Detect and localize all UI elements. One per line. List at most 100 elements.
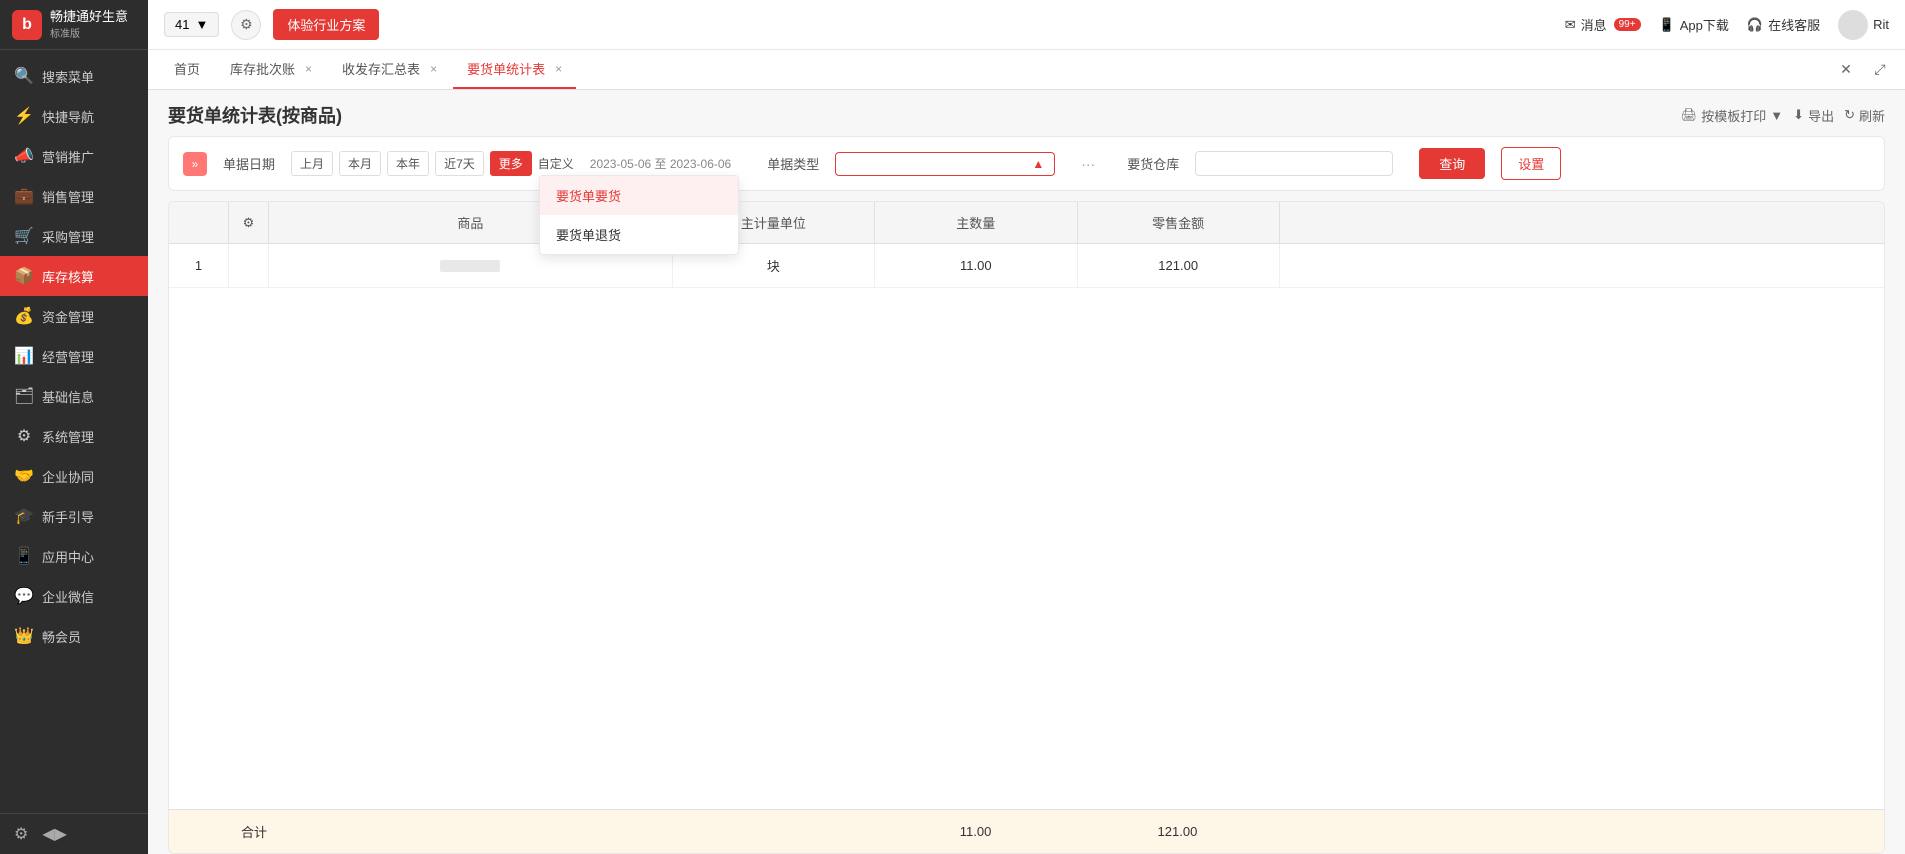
print-chevron-icon: ▼ — [1770, 108, 1783, 123]
sidebar-item-label: 畅会员 — [42, 627, 81, 646]
expand-tab-button[interactable]: ⤢ — [1867, 57, 1893, 83]
dropdown-item-yaohuo[interactable]: 要货单要货 — [540, 176, 738, 215]
tab-home[interactable]: 首页 — [160, 51, 214, 89]
sidebar-item-label: 新手引导 — [42, 507, 94, 526]
tab-close-icon[interactable]: × — [555, 62, 562, 76]
sidebar-item-marketing[interactable]: 📣营销推广 — [0, 136, 148, 176]
quick-icon: ⚡ — [14, 106, 34, 126]
page-actions: 🖨 按模板打印 ▼ ⬇ 导出 ↻ 刷新 — [1681, 106, 1885, 125]
product-placeholder — [440, 260, 500, 272]
collapse-icon[interactable]: ◀▶ — [42, 824, 67, 844]
col-settings[interactable]: ⚙ — [229, 202, 269, 243]
sidebar-item-system[interactable]: ⚙系统管理 — [0, 416, 148, 456]
warehouse-filter-label: 要货仓库 — [1127, 154, 1179, 173]
sidebar-item-label: 快捷导航 — [42, 107, 94, 126]
type-filter-label: 单据类型 — [767, 154, 819, 173]
cell-qty: 11.00 — [875, 244, 1077, 287]
header-left: 41 ▼ ⚙ 体验行业方案 — [164, 9, 379, 40]
user-avatar-action[interactable]: Rit — [1838, 10, 1889, 40]
corp-icon: 🤝 — [14, 466, 34, 486]
tab-batch[interactable]: 库存批次账× — [216, 51, 326, 89]
print-action[interactable]: 🖨 按模板打印 ▼ — [1681, 106, 1783, 125]
sidebar-item-label: 搜索菜单 — [42, 67, 94, 86]
finance-icon: 💰 — [14, 306, 34, 326]
tab-bar: 首页库存批次账× 收发存汇总表 × 要货单统计表 × ✕ ⤢ — [148, 50, 1905, 90]
refresh-label: 刷新 — [1859, 106, 1885, 125]
date-custom-btn[interactable]: 自定义 — [538, 155, 574, 172]
tab-label: 要货单统计表 — [467, 59, 545, 78]
table-area: ⚙ 商品 主计量单位 主数量 零售金额 1 块 11.00 121.00 — [168, 201, 1885, 854]
sidebar-item-quick[interactable]: ⚡ 快捷导航 — [0, 96, 148, 136]
sidebar-item-guide[interactable]: 🎓新手引导 — [0, 496, 148, 536]
type-filter-select[interactable]: ▲ — [835, 152, 1055, 176]
sidebar-item-label: 资金管理 — [42, 307, 94, 326]
top-header: 41 ▼ ⚙ 体验行业方案 ✉ 消息 99+ 📱 App下载 🎧 在线客服 R — [148, 0, 1905, 50]
date-filter-label: 单据日期 — [223, 154, 275, 173]
date-btn-this-month[interactable]: 本月 — [339, 151, 381, 176]
promo-button[interactable]: 体验行业方案 — [273, 9, 379, 40]
filter-settings-button[interactable]: 设置 — [1501, 147, 1561, 180]
sidebar-item-base[interactable]: 🗂基础信息 — [0, 376, 148, 416]
sidebar-logo: b 畅捷通好生意 标准版 — [0, 0, 148, 50]
marketing-icon: 📣 — [14, 146, 34, 166]
sidebar-item-sales[interactable]: 💼 销售管理 — [0, 176, 148, 216]
operation-icon: 📊 — [14, 346, 34, 366]
sidebar-item-label: 采购管理 — [42, 227, 94, 246]
date-btn-prev-month[interactable]: 上月 — [291, 151, 333, 176]
sidebar-bottom: ⚙ ◀▶ — [0, 813, 148, 854]
dropdown-item-tuihuo[interactable]: 要货单退货 — [540, 215, 738, 254]
tab-receivable[interactable]: 收发存汇总表 × — [328, 51, 451, 89]
type-filter-more-icon[interactable]: ··· — [1081, 156, 1095, 172]
filter-expand-button[interactable]: » — [183, 152, 207, 176]
type-filter-caret-icon: ▲ — [1032, 157, 1044, 171]
date-btn-7days[interactable]: 近7天 — [435, 151, 484, 176]
sidebar-item-wechat[interactable]: 💬企业微信 — [0, 576, 148, 616]
gear-button[interactable]: ⚙ — [231, 10, 261, 40]
filter-bar: » 单据日期 上月 本月 本年 近7天 更多 自定义 2023-05-06 至 … — [168, 136, 1885, 191]
sidebar-item-label: 库存核算 — [42, 267, 94, 286]
date-range-display: 2023-05-06 至 2023-06-06 — [590, 155, 731, 172]
sidebar-item-purchase[interactable]: 🛒采购管理 — [0, 216, 148, 256]
app-download-label: App下载 — [1680, 15, 1729, 34]
close-all-tab-button[interactable]: ✕ — [1833, 57, 1859, 83]
date-btn-more[interactable]: 更多 — [490, 151, 532, 176]
sidebar-item-label: 基础信息 — [42, 387, 94, 406]
footer-label-cell: 合计 — [169, 810, 269, 853]
tab-bar-actions: ✕ ⤢ — [1833, 57, 1893, 83]
tab-request[interactable]: 要货单统计表 × — [453, 51, 576, 89]
date-shortcuts: 上月 本月 本年 近7天 更多 自定义 — [291, 151, 574, 176]
sales-icon: 💼 — [14, 186, 34, 206]
refresh-action[interactable]: ↻ 刷新 — [1844, 106, 1885, 125]
sidebar-item-app[interactable]: 📱应用中心 — [0, 536, 148, 576]
export-action[interactable]: ⬇ 导出 — [1793, 106, 1834, 125]
footer-rest-cell — [1278, 810, 1884, 853]
settings-icon[interactable]: ⚙ — [14, 824, 28, 844]
cell-settings — [229, 244, 269, 287]
sidebar-item-finance[interactable]: 💰 资金管理 — [0, 296, 148, 336]
sidebar-item-operation[interactable]: 📊经营管理 — [0, 336, 148, 376]
page-header: 要货单统计表(按商品) 🖨 按模板打印 ▼ ⬇ 导出 ↻ 刷新 — [148, 90, 1905, 136]
col-amount-header: 零售金额 — [1078, 202, 1280, 243]
online-service-action[interactable]: 🎧 在线客服 — [1747, 15, 1820, 34]
query-button[interactable]: 查询 — [1419, 148, 1485, 179]
sidebar-item-corp[interactable]: 🤝企业协同 — [0, 456, 148, 496]
sidebar-item-search[interactable]: 🔍搜索菜单 — [0, 56, 148, 96]
date-btn-this-year[interactable]: 本年 — [387, 151, 429, 176]
cell-amount: 121.00 — [1078, 244, 1280, 287]
warehouse-filter-input[interactable] — [1195, 151, 1393, 176]
footer-qty-cell: 11.00 — [875, 810, 1077, 853]
tab-selector[interactable]: 41 ▼ — [164, 12, 219, 37]
sidebar-menu: 🔍搜索菜单 ⚡ 快捷导航 📣营销推广 💼 销售管理 🛒采购管理📦库存核算 💰 资金管理 📊经营管理… — [0, 50, 148, 813]
tab-close-icon[interactable]: × — [430, 62, 437, 76]
tab-close-icon[interactable]: × — [305, 62, 312, 76]
tab-label: 收发存汇总表 — [342, 59, 420, 78]
message-action[interactable]: ✉ 消息 99+ — [1565, 15, 1641, 34]
sidebar-item-member[interactable]: 👑畅会员 — [0, 616, 148, 656]
logo-name: 畅捷通好生意 — [50, 9, 128, 26]
app-download-action[interactable]: 📱 App下载 — [1659, 15, 1729, 34]
sidebar-item-label: 销售管理 — [42, 187, 94, 206]
message-icon: ✉ — [1565, 17, 1576, 33]
system-icon: ⚙ — [14, 426, 34, 446]
message-label: 消息 — [1581, 15, 1607, 34]
sidebar-item-inventory[interactable]: 📦库存核算 — [0, 256, 148, 296]
